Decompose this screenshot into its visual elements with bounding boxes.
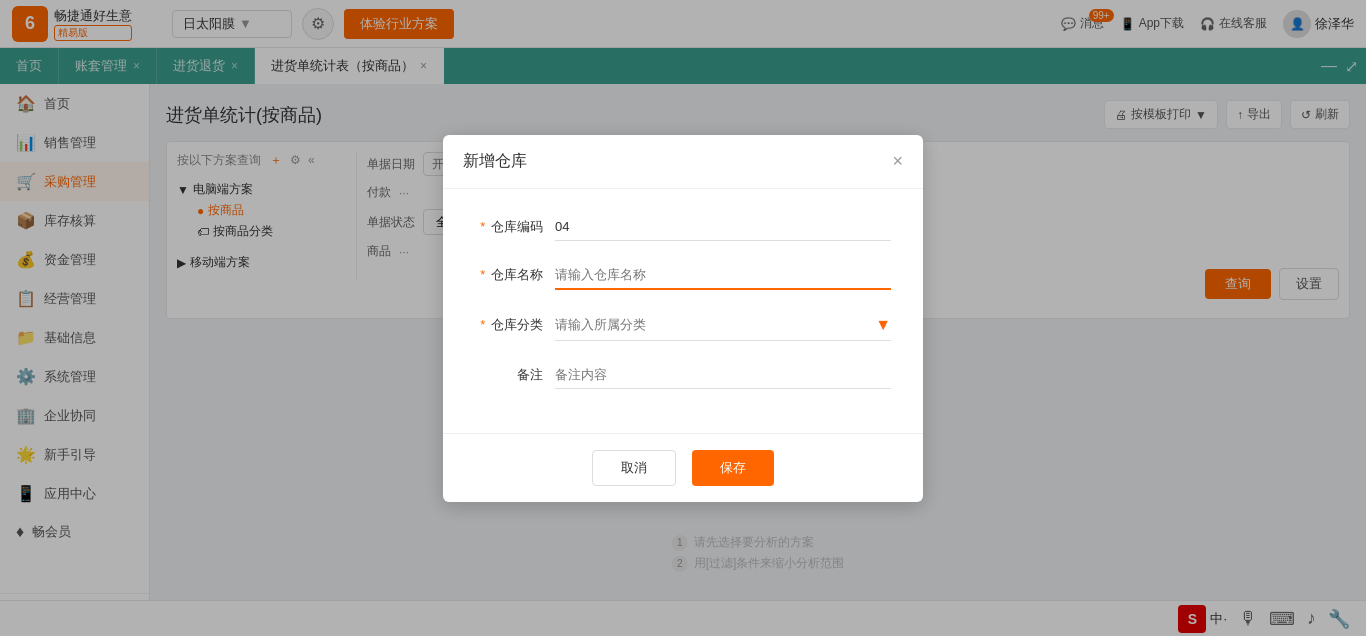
- form-row-category: * 仓库分类 ▼: [475, 310, 891, 341]
- dialog-overlay: 新增仓库 × * 仓库编码 * 仓库名称: [0, 0, 1366, 636]
- code-label-text: 仓库编码: [491, 219, 543, 234]
- dialog-header: 新增仓库 ×: [443, 135, 923, 189]
- category-dropdown-icon: ▼: [875, 316, 891, 334]
- dialog-footer: 取消 保存: [443, 433, 923, 502]
- name-label-text: 仓库名称: [491, 267, 543, 282]
- code-label: * 仓库编码: [475, 218, 555, 236]
- form-row-remark: 备注: [475, 361, 891, 389]
- name-label: * 仓库名称: [475, 266, 555, 284]
- dialog-title: 新增仓库: [463, 151, 527, 172]
- add-warehouse-dialog: 新增仓库 × * 仓库编码 * 仓库名称: [443, 135, 923, 502]
- dialog-close-button[interactable]: ×: [892, 151, 903, 172]
- form-row-code: * 仓库编码: [475, 213, 891, 241]
- name-required-mark: *: [480, 267, 485, 282]
- category-input[interactable]: [555, 317, 875, 332]
- remark-label-text: 备注: [517, 367, 543, 382]
- cancel-button[interactable]: 取消: [592, 450, 676, 486]
- form-row-name: * 仓库名称: [475, 261, 891, 290]
- code-required-mark: *: [480, 219, 485, 234]
- remark-input[interactable]: [555, 361, 891, 389]
- category-label-text: 仓库分类: [491, 317, 543, 332]
- remark-label: 备注: [475, 366, 555, 384]
- category-required-mark: *: [480, 317, 485, 332]
- category-selector[interactable]: ▼: [555, 310, 891, 341]
- dialog-body: * 仓库编码 * 仓库名称 * 仓库分类: [443, 189, 923, 433]
- name-input[interactable]: [555, 261, 891, 290]
- save-button[interactable]: 保存: [692, 450, 774, 486]
- category-label: * 仓库分类: [475, 316, 555, 334]
- code-input[interactable]: [555, 213, 891, 241]
